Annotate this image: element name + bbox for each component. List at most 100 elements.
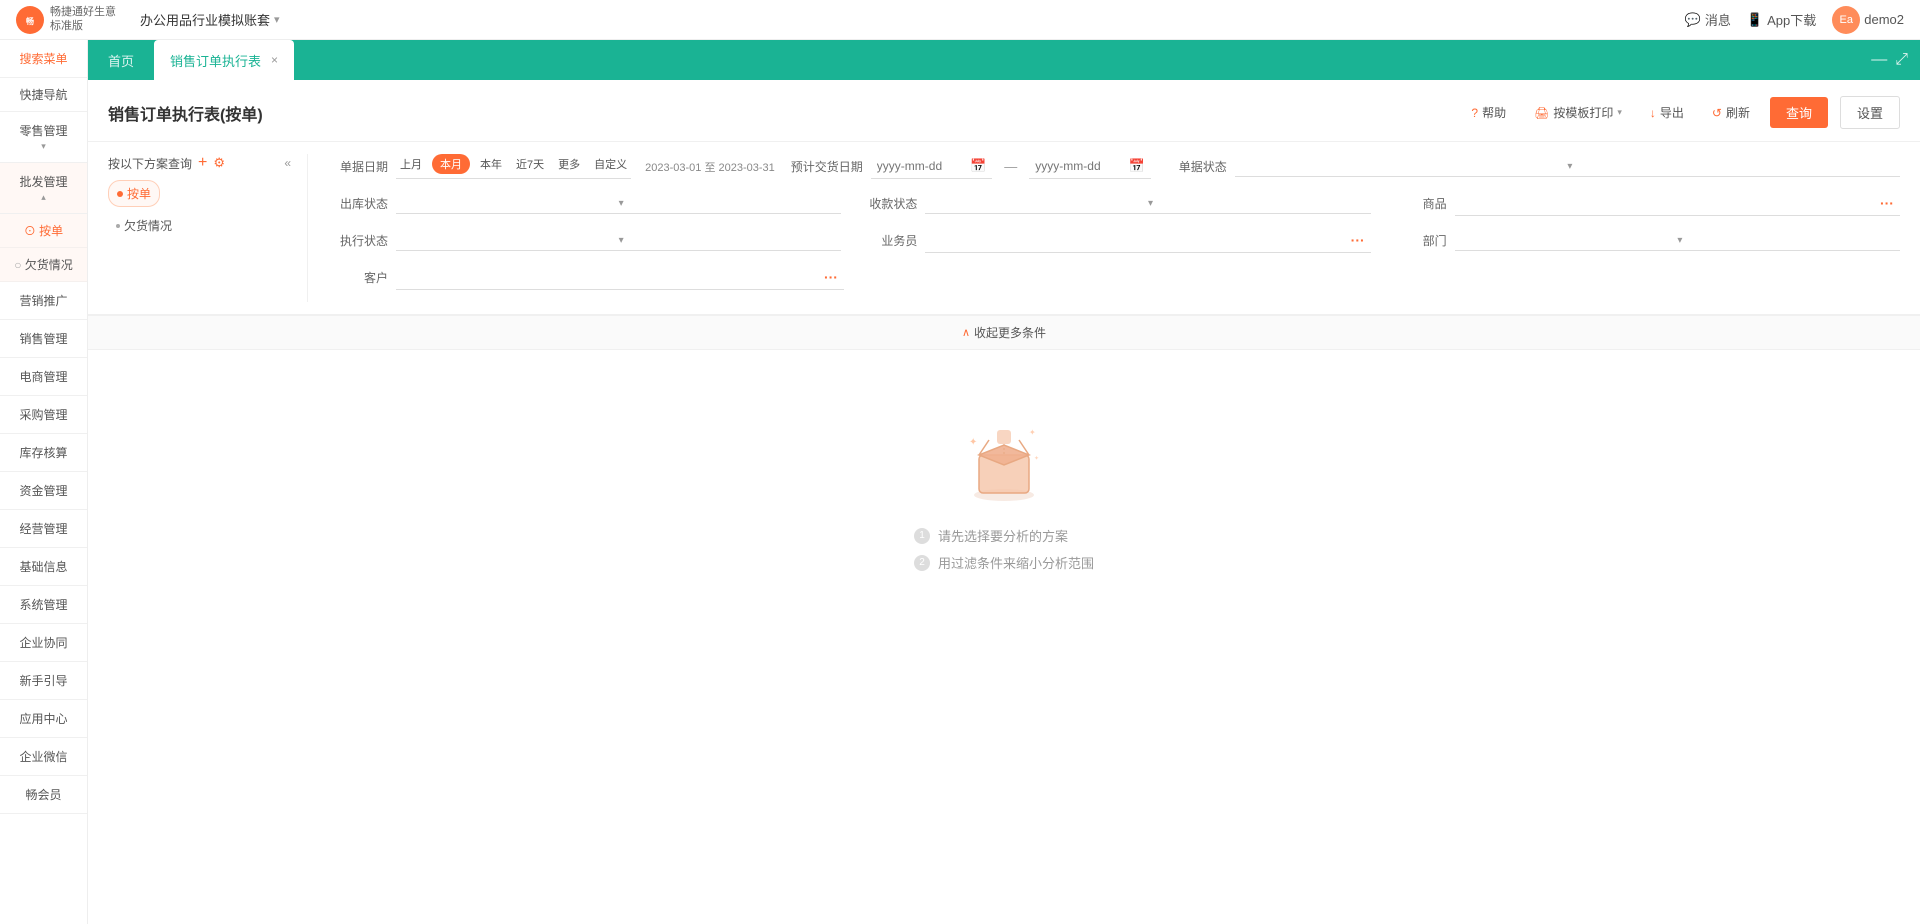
collapse-arrow-icon: ∧ [962,326,970,339]
sidebar-quick-nav[interactable]: 快捷导航 [0,78,87,112]
refresh-button[interactable]: ↺ 刷新 [1704,100,1758,125]
receipt-status-select[interactable]: ▾ [925,194,1370,214]
add-scheme-icon[interactable]: + [198,154,207,172]
sidebar-item-enterprise-collab[interactable]: 企业协同 [0,624,87,662]
collapse-more-button[interactable]: ∧ 收起更多条件 [88,315,1920,349]
status-select[interactable]: ▾ [1235,157,1900,177]
expected-date-end-input[interactable] [1035,159,1128,173]
date-range-display: 2023-03-01 至 2023-03-31 [645,159,775,175]
customer-ellipsis-button[interactable]: ··· [824,269,838,285]
calendar-icon-start[interactable]: 📅 [970,158,986,174]
dept-select[interactable]: ▾ [1455,231,1900,251]
svg-text:畅: 畅 [26,16,34,26]
filter-scheme-panel: 按以下方案查询 + ⚙ « 按单 欠货情况 [108,154,308,302]
execution-status-select[interactable]: ▾ [396,231,841,251]
sidebar-item-sales[interactable]: 销售管理 [0,320,87,358]
collapse-label: 收起更多条件 [974,324,1046,341]
page-header-actions: ? 帮助 🖨 按模板打印 ▾ ↓ 导出 ↺ [1463,96,1900,129]
sidebar-sub-item-order[interactable]: ⊙ 按单 [0,214,87,248]
tab-close-button[interactable]: × [271,53,278,67]
calendar-icon-end[interactable]: 📅 [1129,158,1145,174]
empty-illustration: ✦ ✦ ✦ [954,410,1054,510]
chevron-up-icon: ▴ [41,192,46,203]
sidebar-search[interactable]: 搜索菜单 [0,40,87,78]
expected-date-start-input[interactable] [877,159,970,173]
user-profile-button[interactable]: Ea demo2 [1832,6,1904,34]
sidebar-item-operations[interactable]: 经营管理 [0,510,87,548]
empty-state: ✦ ✦ ✦ 1 请先选择要分析的方案 [88,350,1920,632]
query-button[interactable]: 查询 [1770,97,1828,128]
chevron-down-icon: ▾ [41,141,46,152]
sidebar-item-member[interactable]: 畅会员 [0,776,87,814]
export-icon: ↓ [1650,106,1656,120]
sidebar-item-wholesale[interactable]: 批发管理 ▴ [0,163,87,214]
sidebar-item-ecommerce[interactable]: 电商管理 [0,358,87,396]
sidebar-item-system[interactable]: 系统管理 [0,586,87,624]
sidebar-sub-item-shortage[interactable]: ○ 欠货情况 [0,248,87,282]
date-more-btn[interactable]: 更多 [554,154,584,174]
sidebar-item-retail-label: 零售管理 [19,122,67,139]
status-dropdown-arrow-icon: ▾ [1567,161,1894,172]
tab-minimize-button[interactable]: — [1871,51,1887,69]
message-button[interactable]: 💬 消息 [1685,10,1731,29]
sub-scheme-item[interactable]: 欠货情况 [108,213,291,238]
print-button[interactable]: 🖨 按模板打印 ▾ [1526,100,1630,125]
top-bar-left: 畅 畅捷通好生意 标准版 办公用品行业模拟账套 ▾ [16,6,280,34]
date-prev-month-btn[interactable]: 上月 [396,154,426,174]
expected-date-end: 📅 [1029,154,1151,179]
empty-tip-1-text: 请先选择要分析的方案 [938,526,1068,545]
sidebar-item-purchase[interactable]: 采购管理 [0,396,87,434]
top-bar: 畅 畅捷通好生意 标准版 办公用品行业模拟账套 ▾ 💬 消息 📱 App下载 E… [0,0,1920,40]
sub-scheme-dot [116,224,120,228]
product-ellipsis-button[interactable]: ··· [1880,195,1894,211]
sidebar-item-app-center[interactable]: 应用中心 [0,700,87,738]
scheme-settings-icon[interactable]: ⚙ [213,155,225,171]
page-inner: 销售订单执行表(按单) ? 帮助 🖨 按模板打印 ▾ ↓ [88,80,1920,924]
sub-scheme-label: 欠货情况 [124,217,172,234]
scheme-collapse-icon[interactable]: « [284,156,291,170]
filter-field-receipt: 收款状态 ▾ [857,194,1370,214]
content-area: 首页 销售订单执行表 × — ⤢ 销售订单执行表(按单) ? [88,40,1920,924]
help-icon: ? [1471,106,1478,120]
app-download-button[interactable]: 📱 App下载 [1747,10,1816,29]
filter-row-status: 出库状态 ▾ 收款状态 ▾ [328,191,1900,216]
date-custom-btn[interactable]: 自定义 [590,154,631,174]
tab-home[interactable]: 首页 [88,40,154,80]
receipt-status-label: 收款状态 [857,195,917,212]
status-label: 单据状态 [1167,158,1227,175]
export-button[interactable]: ↓ 导出 [1642,100,1692,125]
settings-button[interactable]: 设置 [1840,96,1900,129]
sidebar-item-finance[interactable]: 资金管理 [0,472,87,510]
page-content: 销售订单执行表(按单) ? 帮助 🖨 按模板打印 ▾ ↓ [88,80,1920,924]
date-recent7-btn[interactable]: 近7天 [512,154,548,174]
filter-field-product: 商品 ··· [1387,191,1900,216]
sidebar-item-inventory[interactable]: 库存核算 [0,434,87,472]
delivery-status-select[interactable]: ▾ [396,194,841,214]
breadcrumb[interactable]: 办公用品行业模拟账套 ▾ [140,10,280,29]
sidebar-item-marketing[interactable]: 营销推广 [0,282,87,320]
empty-tip-1: 1 请先选择要分析的方案 [914,526,1094,545]
filter-field-delivery: 出库状态 ▾ [328,194,841,214]
filter-field-execution: 执行状态 ▾ [328,231,841,251]
date-year-btn[interactable]: 本年 [476,154,506,174]
sidebar-item-basic-info[interactable]: 基础信息 [0,548,87,586]
help-button[interactable]: ? 帮助 [1463,100,1514,125]
date-current-month-btn[interactable]: 本月 [432,154,470,174]
salesperson-ellipsis-button[interactable]: ··· [1351,232,1365,248]
message-icon: 💬 [1685,12,1701,28]
filter-field-customer: 客户 ··· [328,265,844,290]
sidebar: 搜索菜单 快捷导航 零售管理 ▾ 批发管理 ▴ ⊙ 按单 ○ 欠货情况 营销推广… [0,40,88,924]
sidebar-item-retail[interactable]: 零售管理 ▾ [0,112,87,163]
tab-sales-order[interactable]: 销售订单执行表 × [154,40,294,80]
sidebar-item-enterprise-wechat[interactable]: 企业微信 [0,738,87,776]
tab-bar: 首页 销售订单执行表 × — ⤢ [88,40,1920,80]
svg-text:✦: ✦ [1029,428,1036,437]
expected-date-start: 📅 [871,154,993,179]
tip-num-1: 1 [914,528,930,544]
sidebar-item-guide[interactable]: 新手引导 [0,662,87,700]
logo-icon: 畅 [16,6,44,34]
filter-row-customer: 客户 ··· [328,265,1900,290]
tab-maximize-button[interactable]: ⤢ [1895,51,1908,69]
active-scheme-tag[interactable]: 按单 [108,180,160,207]
svg-text:✦: ✦ [1034,455,1039,462]
